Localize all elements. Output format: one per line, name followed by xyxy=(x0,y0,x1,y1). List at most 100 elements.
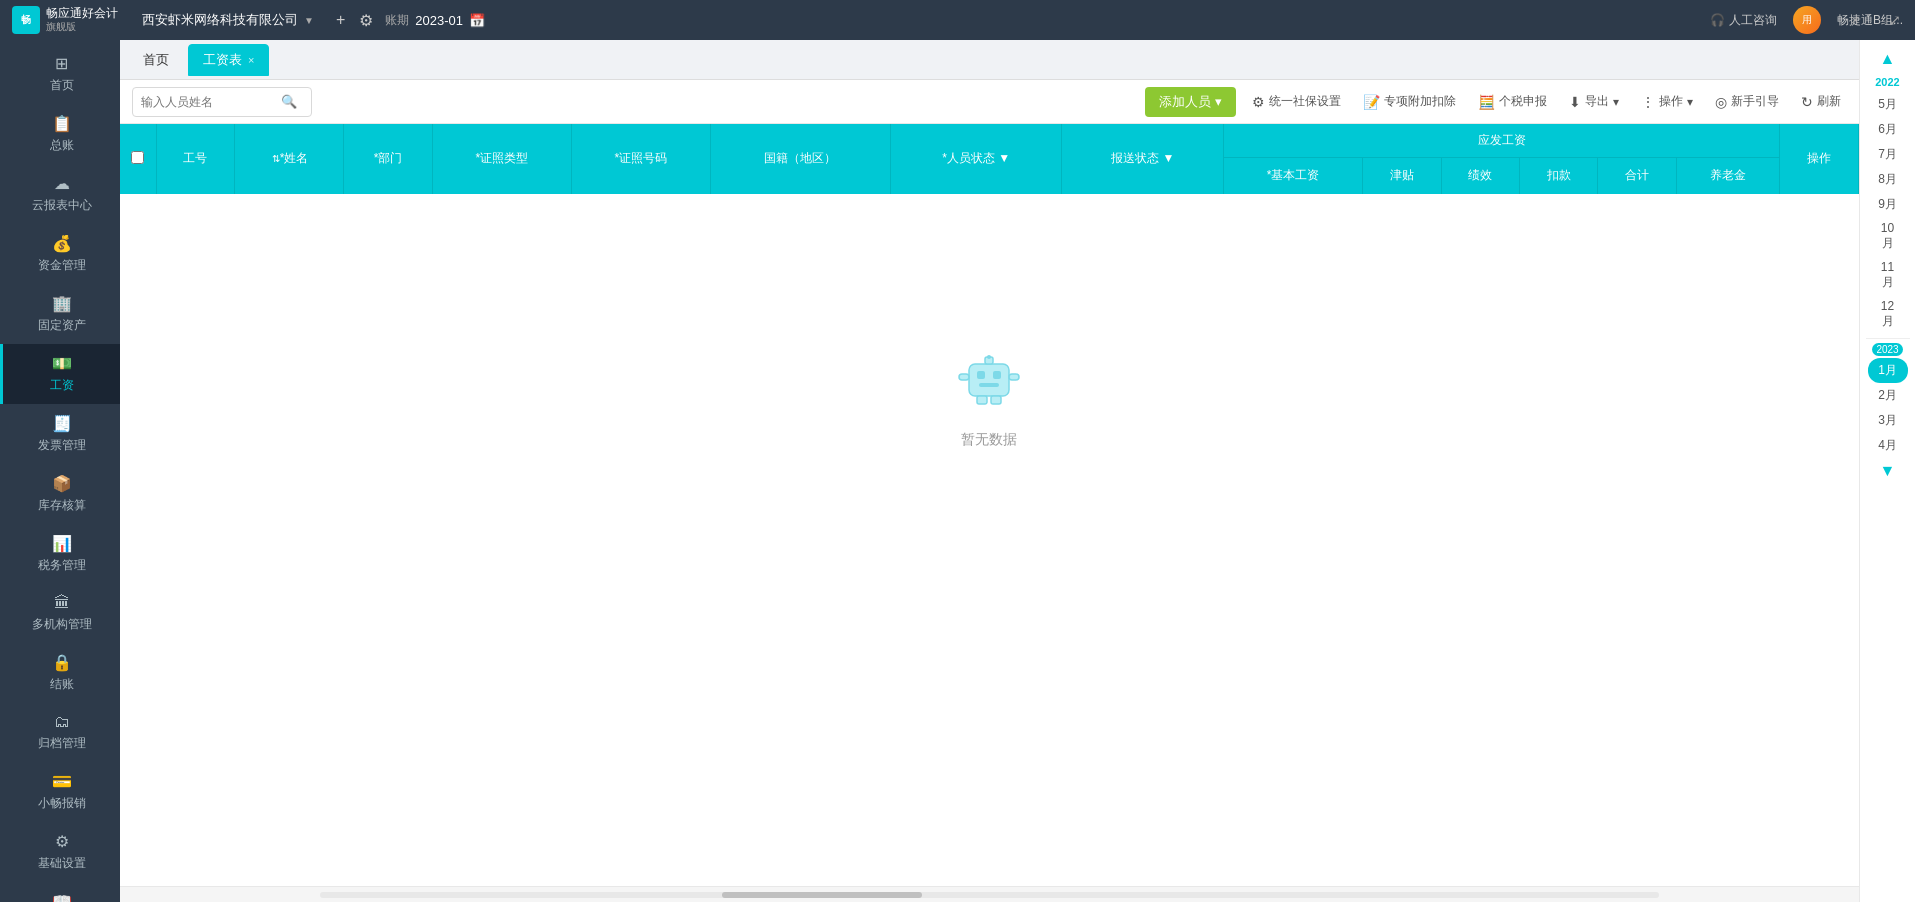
tab-home-label: 首页 xyxy=(143,51,169,69)
sidebar-item-expense[interactable]: 💳 小畅报销 xyxy=(0,762,120,822)
tab-bar: 首页 工资表 × xyxy=(120,40,1859,80)
operations-button[interactable]: ⋮ 操作 ▾ xyxy=(1635,87,1699,117)
sidebar-item-tax[interactable]: 📊 税务管理 xyxy=(0,524,120,584)
month-2022-11[interactable]: 11月 xyxy=(1868,256,1908,295)
select-all-checkbox[interactable] xyxy=(131,151,144,164)
month-2023-2[interactable]: 2月 xyxy=(1868,383,1908,408)
export-label: 导出 xyxy=(1585,93,1609,110)
th-total: 合计 xyxy=(1598,158,1676,194)
th-person-status[interactable]: *人员状态 ▼ xyxy=(891,124,1062,194)
timeline-down-icon[interactable]: ▼ xyxy=(1876,458,1900,484)
assets-icon: 🏢 xyxy=(52,294,72,313)
fund-icon: 💰 xyxy=(52,234,72,253)
sidebar: ⊞ 首页 📋 总账 ☁ 云报表中心 💰 资金管理 🏢 固定资产 💵 工资 🧾 发… xyxy=(0,40,120,902)
calendar-icon[interactable]: 📅 xyxy=(469,13,485,28)
maximize-button[interactable]: ⤢ xyxy=(1875,0,1915,40)
settings-icon[interactable]: ⚙ xyxy=(359,11,373,30)
guide-toolbar-icon: ◎ xyxy=(1715,94,1727,110)
svg-rect-6 xyxy=(959,374,969,380)
add-company-icon[interactable]: + xyxy=(336,11,345,29)
month-2022-6[interactable]: 6月 xyxy=(1868,117,1908,142)
sidebar-item-home[interactable]: ⊞ 首页 xyxy=(0,44,120,104)
sidebar-item-salary[interactable]: 💵 工资 xyxy=(0,344,120,404)
sidebar-item-fund[interactable]: 💰 资金管理 xyxy=(0,224,120,284)
sidebar-item-assets[interactable]: 🏢 固定资产 xyxy=(0,284,120,344)
month-2022-10[interactable]: 10月 xyxy=(1868,217,1908,256)
year-2022: 2022 xyxy=(1875,76,1899,88)
svg-rect-8 xyxy=(977,396,987,404)
header-actions: + ⚙ xyxy=(324,11,385,30)
operations-icon: ⋮ xyxy=(1641,94,1655,110)
sidebar-item-closing[interactable]: 🔒 结账 xyxy=(0,643,120,703)
human-service-button[interactable]: 🎧 人工咨询 xyxy=(1710,12,1777,29)
sidebar-item-guide[interactable]: 📖 新手引导 xyxy=(0,882,120,902)
empty-state-row: 暂无数据 xyxy=(120,194,1859,594)
timeline-up-icon[interactable]: ▲ xyxy=(1876,46,1900,72)
operations-chevron: ▾ xyxy=(1687,95,1693,109)
svg-rect-3 xyxy=(979,383,999,387)
guide-button[interactable]: ◎ 新手引导 xyxy=(1709,87,1785,117)
company-selector[interactable]: 西安虾米网络科技有限公司 ▼ xyxy=(132,11,324,29)
personal-tax-button[interactable]: 🧮 个税申报 xyxy=(1472,87,1553,117)
sidebar-item-invoice[interactable]: 🧾 发票管理 xyxy=(0,404,120,464)
empty-illustration xyxy=(949,339,1029,419)
month-2022-12[interactable]: 12月 xyxy=(1868,295,1908,334)
th-id-num: *证照号码 xyxy=(571,124,710,194)
month-2023-3[interactable]: 3月 xyxy=(1868,408,1908,433)
close-button[interactable]: × xyxy=(1835,0,1875,40)
sidebar-item-cloud-report[interactable]: ☁ 云报表中心 xyxy=(0,164,120,224)
month-2023-1[interactable]: 1月 xyxy=(1868,358,1908,383)
month-2022-8[interactable]: 8月 xyxy=(1868,167,1908,192)
tab-salary[interactable]: 工资表 × xyxy=(188,44,269,76)
account-period: 账期 2023-01 📅 xyxy=(385,12,485,29)
period-value[interactable]: 2023-01 xyxy=(415,13,463,28)
year-2023-badge: 2023 xyxy=(1872,343,1902,356)
sidebar-label-invoice: 发票管理 xyxy=(38,437,86,454)
month-2023-4[interactable]: 4月 xyxy=(1868,433,1908,458)
sidebar-item-multi-org[interactable]: 🏛 多机构管理 xyxy=(0,584,120,643)
sidebar-label-settings: 基础设置 xyxy=(38,855,86,872)
month-2022-5[interactable]: 5月 xyxy=(1868,92,1908,117)
tab-close-icon[interactable]: × xyxy=(248,54,254,66)
scrollbar-thumb[interactable] xyxy=(722,892,922,898)
svg-rect-0 xyxy=(969,364,1009,396)
th-report-status[interactable]: 报送状态 ▼ xyxy=(1062,124,1224,194)
table-wrap: 工号 ⇅*姓名 *部门 *证照类型 *证照号码 国籍（地区） *人员状态 ▼ 报… xyxy=(120,124,1859,886)
closing-icon: 🔒 xyxy=(52,653,72,672)
logo-area: 畅 畅应通好会计 旗舰版 xyxy=(12,6,132,34)
refresh-button[interactable]: ↻ 刷新 xyxy=(1795,87,1847,117)
sidebar-item-ledger[interactable]: 📋 总账 xyxy=(0,104,120,164)
th-country: 国籍（地区） xyxy=(710,124,890,194)
tab-home[interactable]: 首页 xyxy=(128,44,184,76)
sidebar-item-inventory[interactable]: 📦 库存核算 xyxy=(0,464,120,524)
sidebar-label-multi-org: 多机构管理 xyxy=(32,616,92,633)
th-pension: 养老金 xyxy=(1676,158,1780,194)
sidebar-item-settings[interactable]: ⚙ 基础设置 xyxy=(0,822,120,882)
month-2022-7[interactable]: 7月 xyxy=(1868,142,1908,167)
scrollbar-area[interactable] xyxy=(120,886,1859,902)
social-security-button[interactable]: ⚙ 统一社保设置 xyxy=(1246,87,1347,117)
export-button[interactable]: ⬇ 导出 ▾ xyxy=(1563,87,1625,117)
export-chevron: ▾ xyxy=(1613,95,1619,109)
th-allowance: 津贴 xyxy=(1363,158,1441,194)
search-input[interactable] xyxy=(141,95,281,109)
th-name[interactable]: ⇅*姓名 xyxy=(234,124,343,194)
settings-icon2: ⚙ xyxy=(55,832,69,851)
svg-point-5 xyxy=(987,355,991,359)
sidebar-label-fund: 资金管理 xyxy=(38,257,86,274)
content-area: 首页 工资表 × 🔍 添加人员 ▾ ⚙ 统一社保设置 📝 xyxy=(120,40,1859,902)
th-deduction: 扣款 xyxy=(1519,158,1597,194)
svg-rect-9 xyxy=(991,396,1001,404)
th-performance: 绩效 xyxy=(1441,158,1519,194)
month-2022-9[interactable]: 9月 xyxy=(1868,192,1908,217)
add-person-button[interactable]: 添加人员 ▾ xyxy=(1145,87,1236,117)
special-deduction-button[interactable]: 📝 专项附加扣除 xyxy=(1357,87,1462,117)
th-base-salary: *基本工资 xyxy=(1223,158,1362,194)
refresh-label: 刷新 xyxy=(1817,93,1841,110)
guide-icon: 📖 xyxy=(52,892,72,902)
th-checkbox[interactable] xyxy=(120,124,156,194)
search-input-wrap[interactable]: 🔍 xyxy=(132,87,312,117)
sidebar-item-archive[interactable]: 🗂 归档管理 xyxy=(0,703,120,762)
timeline-panel: ▲ 2022 5月 6月 7月 8月 9月 10月 11月 12月 2023 1… xyxy=(1859,40,1915,902)
user-avatar[interactable]: 用 xyxy=(1793,6,1821,34)
